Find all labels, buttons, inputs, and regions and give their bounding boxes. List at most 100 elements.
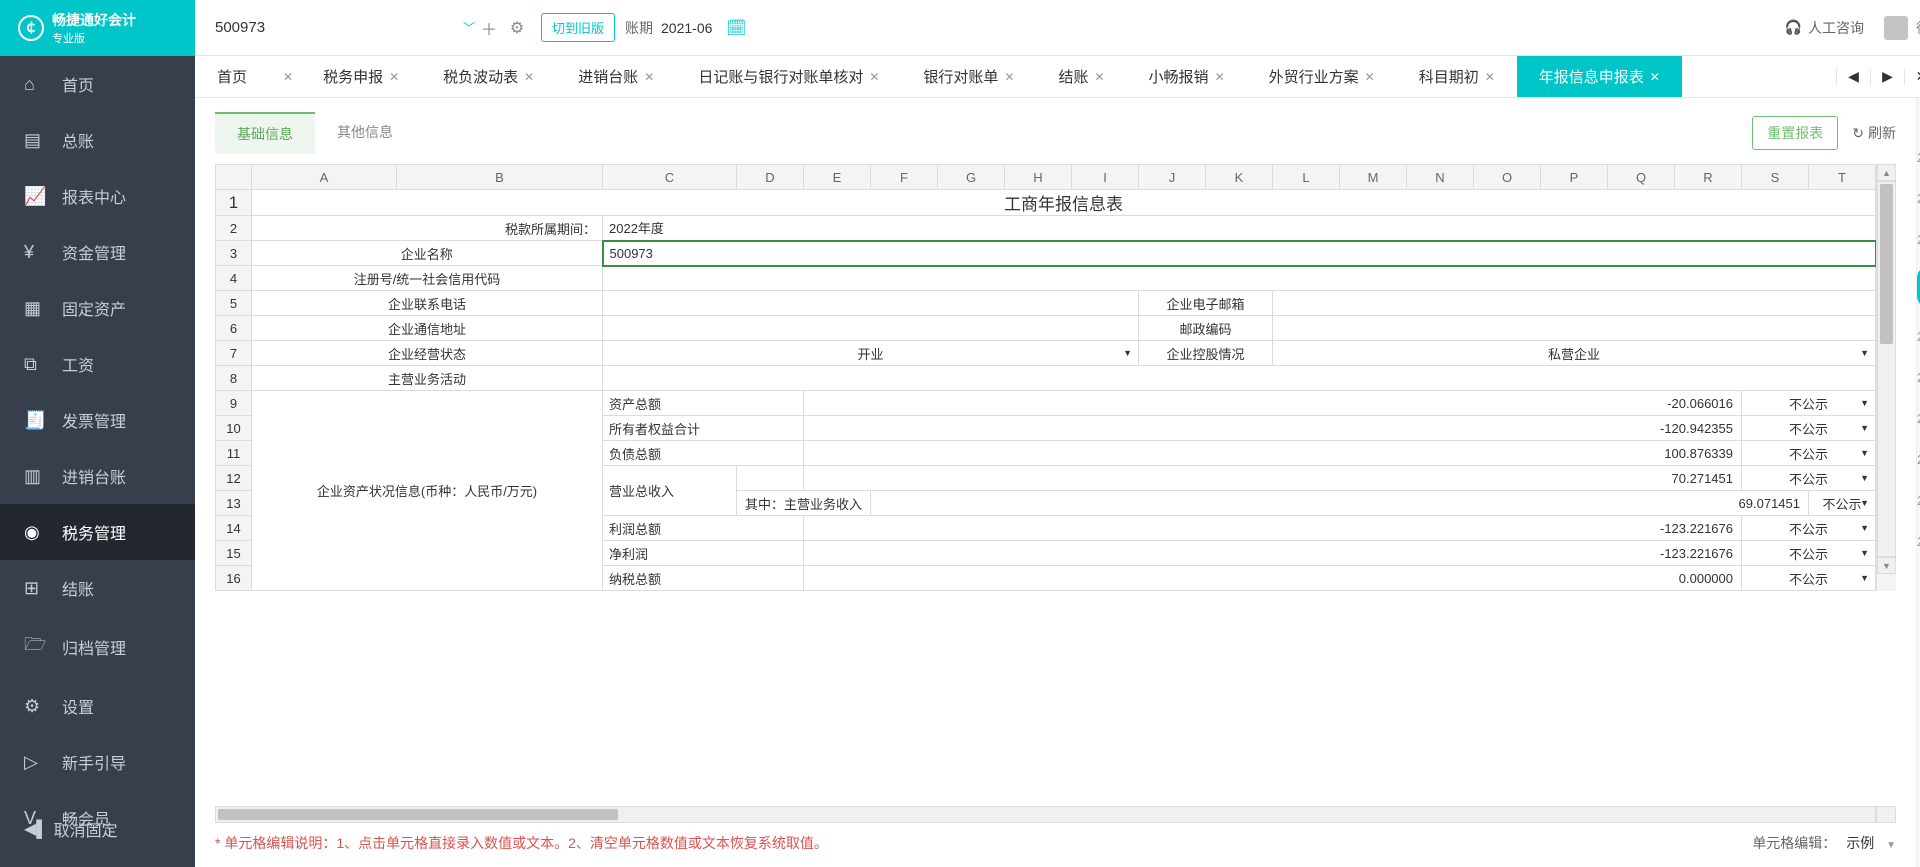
refresh-button[interactable]: ↻ 刷新 xyxy=(1852,123,1896,143)
col-header-D[interactable]: D xyxy=(737,165,804,190)
row-header[interactable]: 12 xyxy=(216,466,252,491)
cell[interactable]: 2022年度 xyxy=(603,216,1876,241)
col-header-O[interactable]: O xyxy=(1474,165,1541,190)
gear-icon[interactable]: ⚙ xyxy=(503,18,531,38)
cell[interactable] xyxy=(1273,291,1876,316)
row-header[interactable]: 3 xyxy=(216,241,252,266)
row-header[interactable]: 1 xyxy=(216,190,252,216)
sidebar-item-1[interactable]: ▤总账 xyxy=(0,112,195,168)
cell[interactable]: -123.221676 xyxy=(804,541,1742,566)
cell[interactable]: 不公示 xyxy=(1742,441,1876,466)
cell[interactable]: 资产总额 xyxy=(603,391,804,416)
col-header-E[interactable]: E xyxy=(804,165,871,190)
cell[interactable]: 企业电子邮箱 xyxy=(1139,291,1273,316)
tab-close-icon[interactable]: ✕ xyxy=(1365,70,1375,84)
cell[interactable]: 负债总额 xyxy=(603,441,804,466)
sidebar-item-0[interactable]: ⌂首页 xyxy=(0,56,195,112)
period-value[interactable]: 2021-06 xyxy=(661,20,712,36)
tab-close-icon[interactable]: ✕ xyxy=(389,70,399,84)
tabs-prev-button[interactable]: ◀ xyxy=(1836,68,1870,85)
row-header[interactable]: 11 xyxy=(216,441,252,466)
cell[interactable]: 100.876339 xyxy=(804,441,1742,466)
cell[interactable] xyxy=(737,466,804,491)
cell[interactable]: 开业 xyxy=(603,341,1139,366)
cell[interactable]: 邮政编码 xyxy=(1139,316,1273,341)
col-header-T[interactable]: T xyxy=(1809,165,1876,190)
row-header[interactable]: 2 xyxy=(216,216,252,241)
cell[interactable] xyxy=(603,291,1139,316)
row-header[interactable]: 10 xyxy=(216,416,252,441)
cell[interactable]: 注册号/统一社会信用代码 xyxy=(252,266,603,291)
col-header-I[interactable]: I xyxy=(1072,165,1139,190)
form-tab-1[interactable]: 其他信息 xyxy=(315,112,415,154)
switch-old-version-button[interactable]: 切到旧版 xyxy=(541,13,615,42)
cell[interactable]: 工商年报信息表 xyxy=(252,190,1876,216)
col-header-S[interactable]: S xyxy=(1742,165,1809,190)
cell[interactable] xyxy=(603,266,1876,291)
row-header[interactable]: 8 xyxy=(216,366,252,391)
add-icon[interactable]: ＋ xyxy=(475,16,503,40)
col-header-F[interactable]: F xyxy=(871,165,938,190)
col-header-P[interactable]: P xyxy=(1541,165,1608,190)
example-link[interactable]: 示例 xyxy=(1846,835,1874,851)
cell[interactable]: -20.066016 xyxy=(804,391,1742,416)
cell[interactable]: 净利润 xyxy=(603,541,804,566)
sidebar-item-8[interactable]: ◉税务管理 xyxy=(0,504,195,560)
reset-report-button[interactable]: 重置报表 xyxy=(1752,116,1838,150)
col-header-B[interactable]: B xyxy=(397,165,603,190)
cell[interactable]: 企业通信地址 xyxy=(252,316,603,341)
cell[interactable]: 不公示 xyxy=(1742,516,1876,541)
cell[interactable]: 500973 xyxy=(603,241,1876,266)
tab-close-icon[interactable]: ✕ xyxy=(869,70,879,84)
row-header[interactable]: 9 xyxy=(216,391,252,416)
tab-2[interactable]: 税务申报✕ xyxy=(301,56,421,97)
sidebar-item-4[interactable]: ▦固定资产 xyxy=(0,280,195,336)
col-header-A[interactable]: A xyxy=(252,165,397,190)
tab-close-icon[interactable]: ✕ xyxy=(283,70,293,84)
cell[interactable]: 企业资产状况信息(币种：人民币/万元) xyxy=(252,391,603,591)
form-tab-0[interactable]: 基础信息 xyxy=(215,112,315,154)
cell[interactable]: 不公示 xyxy=(1742,391,1876,416)
tab-close-icon[interactable]: ✕ xyxy=(524,70,534,84)
tab-close-icon[interactable]: ✕ xyxy=(1485,70,1495,84)
tab-11[interactable]: 年报信息申报表✕ xyxy=(1517,56,1682,97)
user-menu[interactable]: 徐泽华 xyxy=(1884,16,1920,40)
row-header[interactable]: 13 xyxy=(216,491,252,516)
col-header-M[interactable]: M xyxy=(1340,165,1407,190)
cell[interactable]: 纳税总额 xyxy=(603,566,804,591)
row-header[interactable]: 7 xyxy=(216,341,252,366)
cell[interactable]: 其中：主营业务收入 xyxy=(737,491,871,516)
tab-8[interactable]: 小畅报销✕ xyxy=(1127,56,1247,97)
sidebar-item-6[interactable]: 🧾发票管理 xyxy=(0,392,195,448)
sidebar-item-5[interactable]: ⧉工资 xyxy=(0,336,195,392)
tab-close-icon[interactable]: ✕ xyxy=(1650,70,1660,84)
cell[interactable]: 主营业务活动 xyxy=(252,366,603,391)
cell[interactable]: 0.000000 xyxy=(804,566,1742,591)
col-header-G[interactable]: G xyxy=(938,165,1005,190)
cell[interactable]: -123.221676 xyxy=(804,516,1742,541)
vertical-scrollbar[interactable]: ▲ ▼ xyxy=(1876,164,1896,591)
cell[interactable] xyxy=(603,366,1876,391)
cell[interactable]: 企业控股情况 xyxy=(1139,341,1273,366)
cell[interactable]: 利润总额 xyxy=(603,516,804,541)
col-header-C[interactable]: C xyxy=(603,165,737,190)
tab-4[interactable]: 进销台账✕ xyxy=(556,56,676,97)
cell[interactable]: 不公示 xyxy=(1742,466,1876,491)
cell[interactable]: 私营企业 xyxy=(1273,341,1876,366)
cell[interactable]: 营业总收入 xyxy=(603,466,737,516)
col-header-Q[interactable]: Q xyxy=(1608,165,1675,190)
row-header[interactable]: 6 xyxy=(216,316,252,341)
cell[interactable]: 不公示 xyxy=(1742,566,1876,591)
tab-6[interactable]: 银行对账单✕ xyxy=(901,56,1036,97)
tab-3[interactable]: 税负波动表✕ xyxy=(421,56,556,97)
cell[interactable]: 不公示 xyxy=(1809,491,1876,516)
tab-1[interactable]: ✕ xyxy=(269,56,301,97)
cell[interactable]: 所有者权益合计 xyxy=(603,416,804,441)
tab-close-icon[interactable]: ✕ xyxy=(1215,70,1225,84)
cell[interactable]: 不公示 xyxy=(1742,541,1876,566)
calendar-icon[interactable]: 🗓 xyxy=(722,18,750,38)
row-header[interactable]: 5 xyxy=(216,291,252,316)
cell[interactable]: 企业联系电话 xyxy=(252,291,603,316)
col-header-N[interactable]: N xyxy=(1407,165,1474,190)
cell[interactable]: 税款所属期间： xyxy=(252,216,603,241)
